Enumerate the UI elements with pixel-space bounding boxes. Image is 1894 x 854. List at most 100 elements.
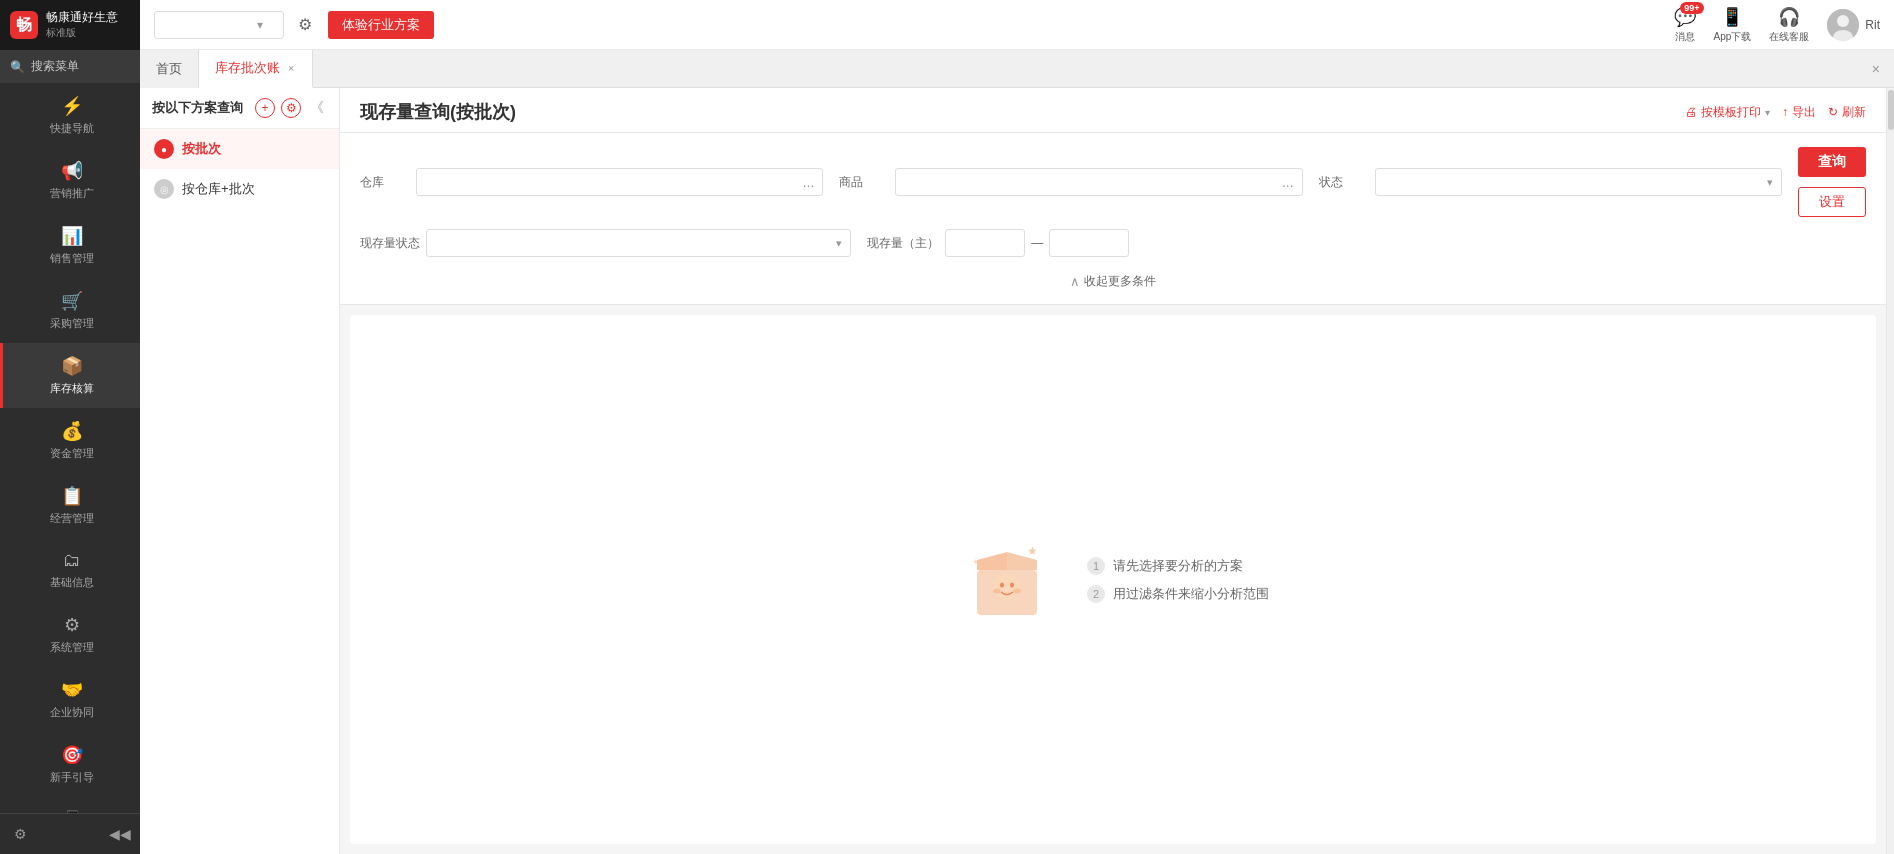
user-area[interactable]: Rit	[1827, 9, 1880, 41]
collapse-panel-btn[interactable]: 《	[307, 98, 327, 118]
svg-text:★: ★	[1027, 544, 1038, 558]
filter-area: 仓库 ... 商品 ... 状态	[340, 133, 1886, 305]
guide-label: 新手引导	[50, 770, 94, 785]
sidebar-item-marketing[interactable]: 📢 营销推广	[0, 148, 140, 213]
sidebar-item-operations[interactable]: 📋 经营管理	[0, 473, 140, 538]
collapse-sidebar-btn[interactable]: ◀◀	[110, 824, 130, 844]
query-btn[interactable]: 查询	[1798, 147, 1866, 177]
sidebar-footer: ⚙ ◀◀	[0, 813, 140, 854]
topbar-dropdown-icon[interactable]: ▾	[257, 18, 263, 32]
status-select-arrow: ▾	[1767, 176, 1773, 189]
sidebar-logo: 畅	[10, 11, 38, 39]
sidebar-item-quick-nav[interactable]: ⚡ 快捷导航	[0, 83, 140, 148]
sidebar-item-purchase[interactable]: 🛒 采购管理	[0, 278, 140, 343]
notifications-label: 消息	[1675, 30, 1695, 44]
notifications-badge: 99+	[1680, 2, 1703, 14]
tab-inventory-batch[interactable]: 库存批次账 ×	[199, 50, 313, 88]
enterprise-label: 企业协同	[50, 705, 94, 720]
company-name: 畅康通好生意	[46, 10, 118, 26]
warehouse-input-box[interactable]: ...	[416, 168, 823, 196]
export-icon: ↑	[1782, 105, 1788, 119]
stock-qty-min-input[interactable]	[945, 229, 1025, 257]
experience-btn[interactable]: 体验行业方案	[328, 11, 434, 39]
settings-query-btn[interactable]: 设置	[1798, 187, 1866, 217]
collapse-filter-btn[interactable]: ∧ 收起更多条件	[360, 269, 1866, 290]
quick-nav-icon: ⚡	[61, 95, 83, 117]
product-dots[interactable]: ...	[1282, 174, 1294, 190]
stock-status-arrow: ▾	[836, 237, 842, 250]
guide-icon: 🎯	[61, 744, 83, 766]
avatar-image	[1827, 9, 1859, 41]
operations-icon: 📋	[61, 485, 83, 507]
export-btn[interactable]: ↑ 导出	[1782, 104, 1816, 121]
sidebar-item-guide[interactable]: 🎯 新手引导	[0, 732, 140, 797]
sidebar-item-inventory[interactable]: 📦 库存核算	[0, 343, 140, 408]
basic-info-label: 基础信息	[50, 575, 94, 590]
sidebar-nav: ⚡ 快捷导航 📢 营销推广 📊 销售管理 🛒 采购管理 📦 库存核算 💰 资金管…	[0, 83, 140, 813]
settings-btn[interactable]: ⚙	[10, 824, 30, 844]
topbar-search-box[interactable]: ▾	[154, 11, 284, 39]
content-area: 按以下方案查询 + ⚙ 《 ● 按批次 ◎ 按仓库+批次 现存量查询(按批次)	[140, 88, 1894, 854]
tab-global-close[interactable]: ×	[1858, 61, 1894, 77]
sidebar-item-finance[interactable]: 💰 资金管理	[0, 408, 140, 473]
solution-icon-warehouse-batch: ◎	[154, 179, 174, 199]
status-label: 状态	[1319, 174, 1369, 191]
notifications-action[interactable]: 💬 99+ 消息	[1674, 6, 1696, 44]
app-download-icon: 📱	[1721, 6, 1743, 28]
sidebar-item-system[interactable]: ⚙ 系统管理	[0, 602, 140, 667]
add-solution-btn[interactable]: +	[255, 98, 275, 118]
filter-field-warehouse: 仓库 ...	[360, 168, 823, 196]
left-panel-header: 按以下方案查询 + ⚙ 《	[140, 88, 339, 129]
stock-qty-max-input[interactable]	[1049, 229, 1129, 257]
sidebar-item-sales[interactable]: 📊 销售管理	[0, 213, 140, 278]
empty-illustration: ★ ✦	[957, 530, 1057, 630]
solution-item-batch[interactable]: ● 按批次	[140, 129, 339, 169]
inventory-label: 库存核算	[50, 381, 94, 396]
svg-point-7	[1000, 582, 1004, 587]
tab-close-icon[interactable]: ×	[286, 61, 296, 75]
warehouse-dots[interactable]: ...	[803, 174, 815, 190]
stock-status-select[interactable]: ▾	[426, 229, 851, 257]
collapse-filter-icon: ∧	[1070, 274, 1080, 289]
print-btn[interactable]: 🖨 按模板打印 ▾	[1685, 104, 1770, 121]
sidebar: 畅 畅康通好生意 标准版 🔍 搜索菜单 ⚡ 快捷导航 📢 营销推广 📊 销售管理…	[0, 0, 140, 854]
online-service-action[interactable]: 🎧 在线客服	[1769, 6, 1809, 44]
refresh-btn[interactable]: ↻ 刷新	[1828, 104, 1866, 121]
username-label: Rit	[1865, 18, 1880, 32]
sidebar-search[interactable]: 🔍 搜索菜单	[0, 50, 140, 83]
solution-icon-batch: ●	[154, 139, 174, 159]
filter-field-product: 商品 ...	[839, 168, 1302, 196]
basic-info-icon: 🗂	[63, 550, 81, 571]
sidebar-item-app-center[interactable]: 📱 应用中心	[0, 797, 140, 813]
solution-settings-btn[interactable]: ⚙	[281, 98, 301, 118]
page-header-actions: 🖨 按模板打印 ▾ ↑ 导出 ↻ 刷新	[1685, 104, 1866, 121]
scrollbar-thumb[interactable]	[1888, 90, 1894, 130]
topbar: ▾ ⚙ 体验行业方案 💬 99+ 消息 📱 App下载 🎧 在线客服	[140, 0, 1894, 50]
product-input-box[interactable]: ...	[895, 168, 1302, 196]
sidebar-item-basic-info[interactable]: 🗂 基础信息	[0, 538, 140, 602]
purchase-icon: 🛒	[61, 290, 83, 312]
svg-point-6	[994, 574, 1020, 600]
solution-item-warehouse-batch[interactable]: ◎ 按仓库+批次	[140, 169, 339, 209]
print-icon: 🖨	[1685, 105, 1697, 119]
sidebar-item-enterprise[interactable]: 🤝 企业协同	[0, 667, 140, 732]
left-panel-actions: + ⚙ 《	[255, 98, 327, 118]
marketing-label: 营销推广	[50, 186, 94, 201]
topbar-settings-icon[interactable]: ⚙	[298, 15, 312, 34]
warehouse-input[interactable]	[425, 175, 803, 189]
stock-qty-label: 现存量（主）	[867, 235, 939, 252]
empty-tip-1: 1 请先选择要分析的方案	[1087, 557, 1269, 575]
right-panel: 现存量查询(按批次) 🖨 按模板打印 ▾ ↑ 导出 ↻ 刷新	[340, 88, 1886, 854]
topbar-search-input[interactable]	[163, 18, 253, 32]
sales-icon: 📊	[61, 225, 83, 247]
product-input[interactable]	[904, 175, 1282, 189]
tab-home[interactable]: 首页	[140, 50, 199, 88]
right-scrollbar[interactable]	[1886, 88, 1894, 854]
print-label: 按模板打印	[1701, 104, 1761, 121]
refresh-label: 刷新	[1842, 104, 1866, 121]
action-col: 查询 设置	[1798, 147, 1866, 217]
status-select-box[interactable]: ▾	[1375, 168, 1782, 196]
filter-row-2: 现存量状态 ▾ 现存量（主） —	[360, 229, 1866, 257]
app-download-action[interactable]: 📱 App下载	[1714, 6, 1752, 44]
empty-tip-2: 2 用过滤条件来缩小分析范围	[1087, 585, 1269, 603]
